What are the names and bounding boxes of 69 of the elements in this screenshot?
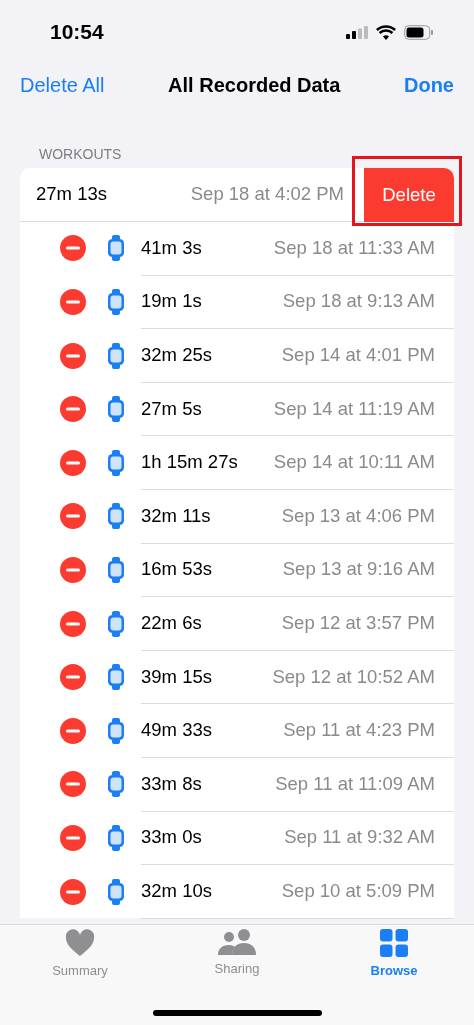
watch-icon <box>108 771 124 798</box>
watch-icon <box>108 556 124 583</box>
watch-icon <box>108 396 124 423</box>
workout-duration: 27m 5s <box>141 397 203 420</box>
workout-duration: 16m 53s <box>141 558 213 581</box>
watch-icon <box>108 503 124 530</box>
watch-icon <box>108 342 124 369</box>
workout-duration: 41m 3s <box>141 236 203 259</box>
delete-circle-icon[interactable] <box>60 610 86 637</box>
heart-icon <box>65 929 95 957</box>
workout-date: Sep 11 at 9:32 AM <box>284 826 435 849</box>
watch-icon <box>108 289 124 315</box>
workout-duration: 33m 8s <box>141 772 203 795</box>
delete-circle-icon[interactable] <box>60 878 86 905</box>
workout-duration: 19m 1s <box>141 290 203 313</box>
workout-date: Sep 11 at 11:09 AM <box>275 772 435 795</box>
workout-duration: 22m 6s <box>141 612 203 635</box>
workout-date: Sep 14 at 4:01 PM <box>281 344 435 367</box>
workout-duration: 1h 15m 27s <box>141 451 239 474</box>
workout-date: Sep 13 at 4:06 PM <box>281 504 435 527</box>
delete-circle-icon[interactable] <box>60 664 86 691</box>
workout-date: Sep 14 at 11:19 AM <box>273 397 435 420</box>
watch-icon <box>108 878 124 905</box>
status-time: 10:54 <box>50 20 104 44</box>
workout-date: Sep 10 at 5:09 PM <box>281 880 435 902</box>
section-header: WORKOUTS <box>38 145 123 164</box>
workout-duration: 32m 25s <box>141 344 213 367</box>
watch-icon <box>108 610 124 637</box>
delete-circle-icon[interactable] <box>60 396 86 423</box>
workout-duration: 32m 11s <box>141 504 212 527</box>
watch-icon <box>108 664 124 691</box>
delete-circle-icon[interactable] <box>60 449 86 476</box>
workout-duration: 27m 13s <box>36 183 108 206</box>
delete-circle-icon[interactable] <box>60 235 86 262</box>
tab-item[interactable]: Browse <box>349 929 439 1025</box>
delete-circle-icon[interactable] <box>60 556 86 583</box>
tab-item[interactable]: Sharing <box>192 929 282 1025</box>
workout-duration: 39m 15s <box>141 665 213 688</box>
grid-icon <box>380 929 408 957</box>
workout-date: Sep 12 at 3:57 PM <box>281 612 435 635</box>
workout-date: Sep 13 at 9:16 AM <box>282 558 435 581</box>
delete-all-button[interactable]: Delete All <box>20 73 105 97</box>
delete-circle-icon[interactable] <box>60 771 86 798</box>
delete-circle-icon[interactable] <box>60 717 86 744</box>
signal-icon <box>346 25 368 39</box>
workout-date: Sep 12 at 10:52 AM <box>272 665 435 688</box>
workout-date: Sep 11 at 4:23 PM <box>283 719 435 742</box>
done-button[interactable]: Done <box>404 73 454 97</box>
delete-circle-icon[interactable] <box>60 824 86 851</box>
watch-icon <box>108 824 124 851</box>
workout-date: Sep 18 at 9:13 AM <box>282 290 435 313</box>
nav-title: All Recorded Data <box>168 73 341 97</box>
tab-item[interactable]: Summary <box>35 929 125 1025</box>
workout-duration: 33m 0s <box>141 826 203 849</box>
workout-date: Sep 18 at 4:02 PM <box>190 183 344 206</box>
people-icon <box>218 929 256 955</box>
workout-date: Sep 14 at 10:11 AM <box>273 451 435 474</box>
watch-icon <box>108 235 124 262</box>
delete-circle-icon[interactable] <box>60 342 86 369</box>
watch-icon <box>108 449 124 476</box>
workout-duration: 49m 33s <box>141 719 213 742</box>
workout-duration: 32m 10s <box>141 880 213 902</box>
delete-circle-icon[interactable] <box>60 503 86 530</box>
wifi-icon <box>376 24 396 40</box>
watch-icon <box>108 717 124 744</box>
delete-button[interactable]: Delete <box>364 168 454 222</box>
workout-date: Sep 18 at 11:33 AM <box>273 236 435 259</box>
battery-icon <box>404 24 434 40</box>
delete-circle-icon[interactable] <box>60 289 86 315</box>
